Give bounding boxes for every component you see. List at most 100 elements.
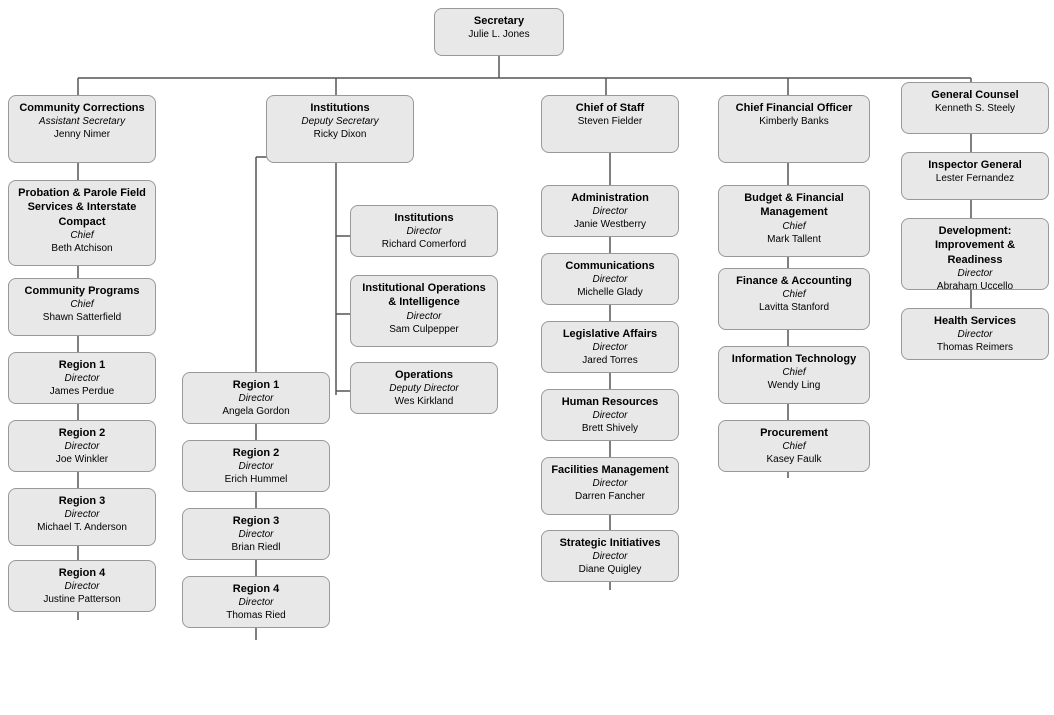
probation-node: Probation & Parole Field Services & Inte… xyxy=(8,180,156,266)
r3i-title: Region 3 xyxy=(190,514,322,528)
it-name: Wendy Ling xyxy=(726,379,862,392)
bud-name: Mark Tallent xyxy=(726,233,862,246)
io-sub: Director xyxy=(358,310,490,323)
r4i-name: Thomas Ried xyxy=(190,609,322,622)
hr-name: Brett Shively xyxy=(549,422,671,435)
r4cc-sub: Director xyxy=(16,580,148,593)
r3i-sub: Director xyxy=(190,528,322,541)
connector-lines xyxy=(0,0,1054,715)
region4-cc-node: Region 4 Director Justine Patterson xyxy=(8,560,156,612)
region1-inst-node: Region 1 Director Angela Gordon xyxy=(182,372,330,424)
health-services-node: Health Services Director Thomas Reimers xyxy=(901,308,1049,360)
r3cc-name: Michael T. Anderson xyxy=(16,521,148,534)
r1i-sub: Director xyxy=(190,392,322,405)
proc-sub: Chief xyxy=(726,440,862,453)
community-corrections-node: Community Corrections Assistant Secretar… xyxy=(8,95,156,163)
budget-node: Budget & Financial Management Chief Mark… xyxy=(718,185,870,257)
hs-sub: Director xyxy=(909,328,1041,341)
fac-title: Facilities Management xyxy=(549,463,671,477)
finance-node: Finance & Accounting Chief Lavitta Stanf… xyxy=(718,268,870,330)
it-sub: Chief xyxy=(726,366,862,379)
comm-name: Michelle Glady xyxy=(549,286,671,299)
region4-inst-node: Region 4 Director Thomas Ried xyxy=(182,576,330,628)
fac-name: Darren Fancher xyxy=(549,490,671,503)
hr-sub: Director xyxy=(549,409,671,422)
cos-name: Steven Fielder xyxy=(549,115,671,128)
hs-name: Thomas Reimers xyxy=(909,341,1041,354)
id-sub: Director xyxy=(358,225,490,238)
r1cc-sub: Director xyxy=(16,372,148,385)
administration-node: Administration Director Janie Westberry xyxy=(541,185,679,237)
r1cc-name: James Perdue xyxy=(16,385,148,398)
la-title: Legislative Affairs xyxy=(549,327,671,341)
r4cc-name: Justine Patterson xyxy=(16,593,148,606)
general-counsel-node: General Counsel Kenneth S. Steely xyxy=(901,82,1049,134)
comm-sub: Director xyxy=(549,273,671,286)
strat-name: Diane Quigley xyxy=(549,563,671,576)
r1i-name: Angela Gordon xyxy=(190,405,322,418)
fac-sub: Director xyxy=(549,477,671,490)
hs-title: Health Services xyxy=(909,314,1041,328)
ig-name: Lester Fernandez xyxy=(909,172,1041,185)
cfo-node: Chief Financial Officer Kimberly Banks xyxy=(718,95,870,163)
r4i-title: Region 4 xyxy=(190,582,322,596)
fin-sub: Chief xyxy=(726,288,862,301)
human-resources-node: Human Resources Director Brett Shively xyxy=(541,389,679,441)
bud-title: Budget & Financial Management xyxy=(726,191,862,220)
admin-title: Administration xyxy=(549,191,671,205)
prob-title: Probation & Parole Field Services & Inte… xyxy=(16,186,148,229)
region1-cc-node: Region 1 Director James Perdue xyxy=(8,352,156,404)
admin-sub: Director xyxy=(549,205,671,218)
r4cc-title: Region 4 xyxy=(16,566,148,580)
inst-ds-title: Institutions xyxy=(274,101,406,115)
secretary-node: Secretary Julie L. Jones xyxy=(434,8,564,56)
id-title: Institutions xyxy=(358,211,490,225)
cp-sub: Chief xyxy=(16,298,148,311)
dev-name: Abraham Uccello xyxy=(909,280,1041,293)
r4i-sub: Director xyxy=(190,596,322,609)
region2-inst-node: Region 2 Director Erich Hummel xyxy=(182,440,330,492)
cc-name: Jenny Nimer xyxy=(16,128,148,141)
institutions-dir-node: Institutions Director Richard Comerford xyxy=(350,205,498,257)
ops-title: Operations xyxy=(358,368,490,382)
r3cc-sub: Director xyxy=(16,508,148,521)
prob-sub: Chief xyxy=(16,229,148,242)
strategic-node: Strategic Initiatives Director Diane Qui… xyxy=(541,530,679,582)
secretary-name: Julie L. Jones xyxy=(442,28,556,41)
development-node: Development: Improvement & Readiness Dir… xyxy=(901,218,1049,290)
cp-name: Shawn Satterfield xyxy=(16,311,148,324)
comm-title: Communications xyxy=(549,259,671,273)
r2i-name: Erich Hummel xyxy=(190,473,322,486)
dev-sub: Director xyxy=(909,267,1041,280)
dev-title: Development: Improvement & Readiness xyxy=(909,224,1041,267)
r2i-title: Region 2 xyxy=(190,446,322,460)
ops-sub: Deputy Director xyxy=(358,382,490,395)
proc-title: Procurement xyxy=(726,426,862,440)
institutions-ds-node: Institutions Deputy Secretary Ricky Dixo… xyxy=(266,95,414,163)
id-name: Richard Comerford xyxy=(358,238,490,251)
info-tech-node: Information Technology Chief Wendy Ling xyxy=(718,346,870,404)
region3-inst-node: Region 3 Director Brian Riedl xyxy=(182,508,330,560)
bud-sub: Chief xyxy=(726,220,862,233)
procurement-node: Procurement Chief Kasey Faulk xyxy=(718,420,870,472)
r2cc-sub: Director xyxy=(16,440,148,453)
inst-ops-node: Institutional Operations & Intelligence … xyxy=(350,275,498,347)
la-name: Jared Torres xyxy=(549,354,671,367)
proc-name: Kasey Faulk xyxy=(726,453,862,466)
chief-of-staff-node: Chief of Staff Steven Fielder xyxy=(541,95,679,153)
r1i-title: Region 1 xyxy=(190,378,322,392)
gc-title: General Counsel xyxy=(909,88,1041,102)
io-title: Institutional Operations & Intelligence xyxy=(358,281,490,310)
community-programs-node: Community Programs Chief Shawn Satterfie… xyxy=(8,278,156,336)
secretary-title: Secretary xyxy=(442,14,556,28)
ops-name: Wes Kirkland xyxy=(358,395,490,408)
cp-title: Community Programs xyxy=(16,284,148,298)
region3-cc-node: Region 3 Director Michael T. Anderson xyxy=(8,488,156,546)
r1cc-title: Region 1 xyxy=(16,358,148,372)
prob-name: Beth Atchison xyxy=(16,242,148,255)
communications-node: Communications Director Michelle Glady xyxy=(541,253,679,305)
io-name: Sam Culpepper xyxy=(358,323,490,336)
r2i-sub: Director xyxy=(190,460,322,473)
cfo-title: Chief Financial Officer xyxy=(726,101,862,115)
org-chart: Secretary Julie L. Jones Community Corre… xyxy=(0,0,1054,20)
